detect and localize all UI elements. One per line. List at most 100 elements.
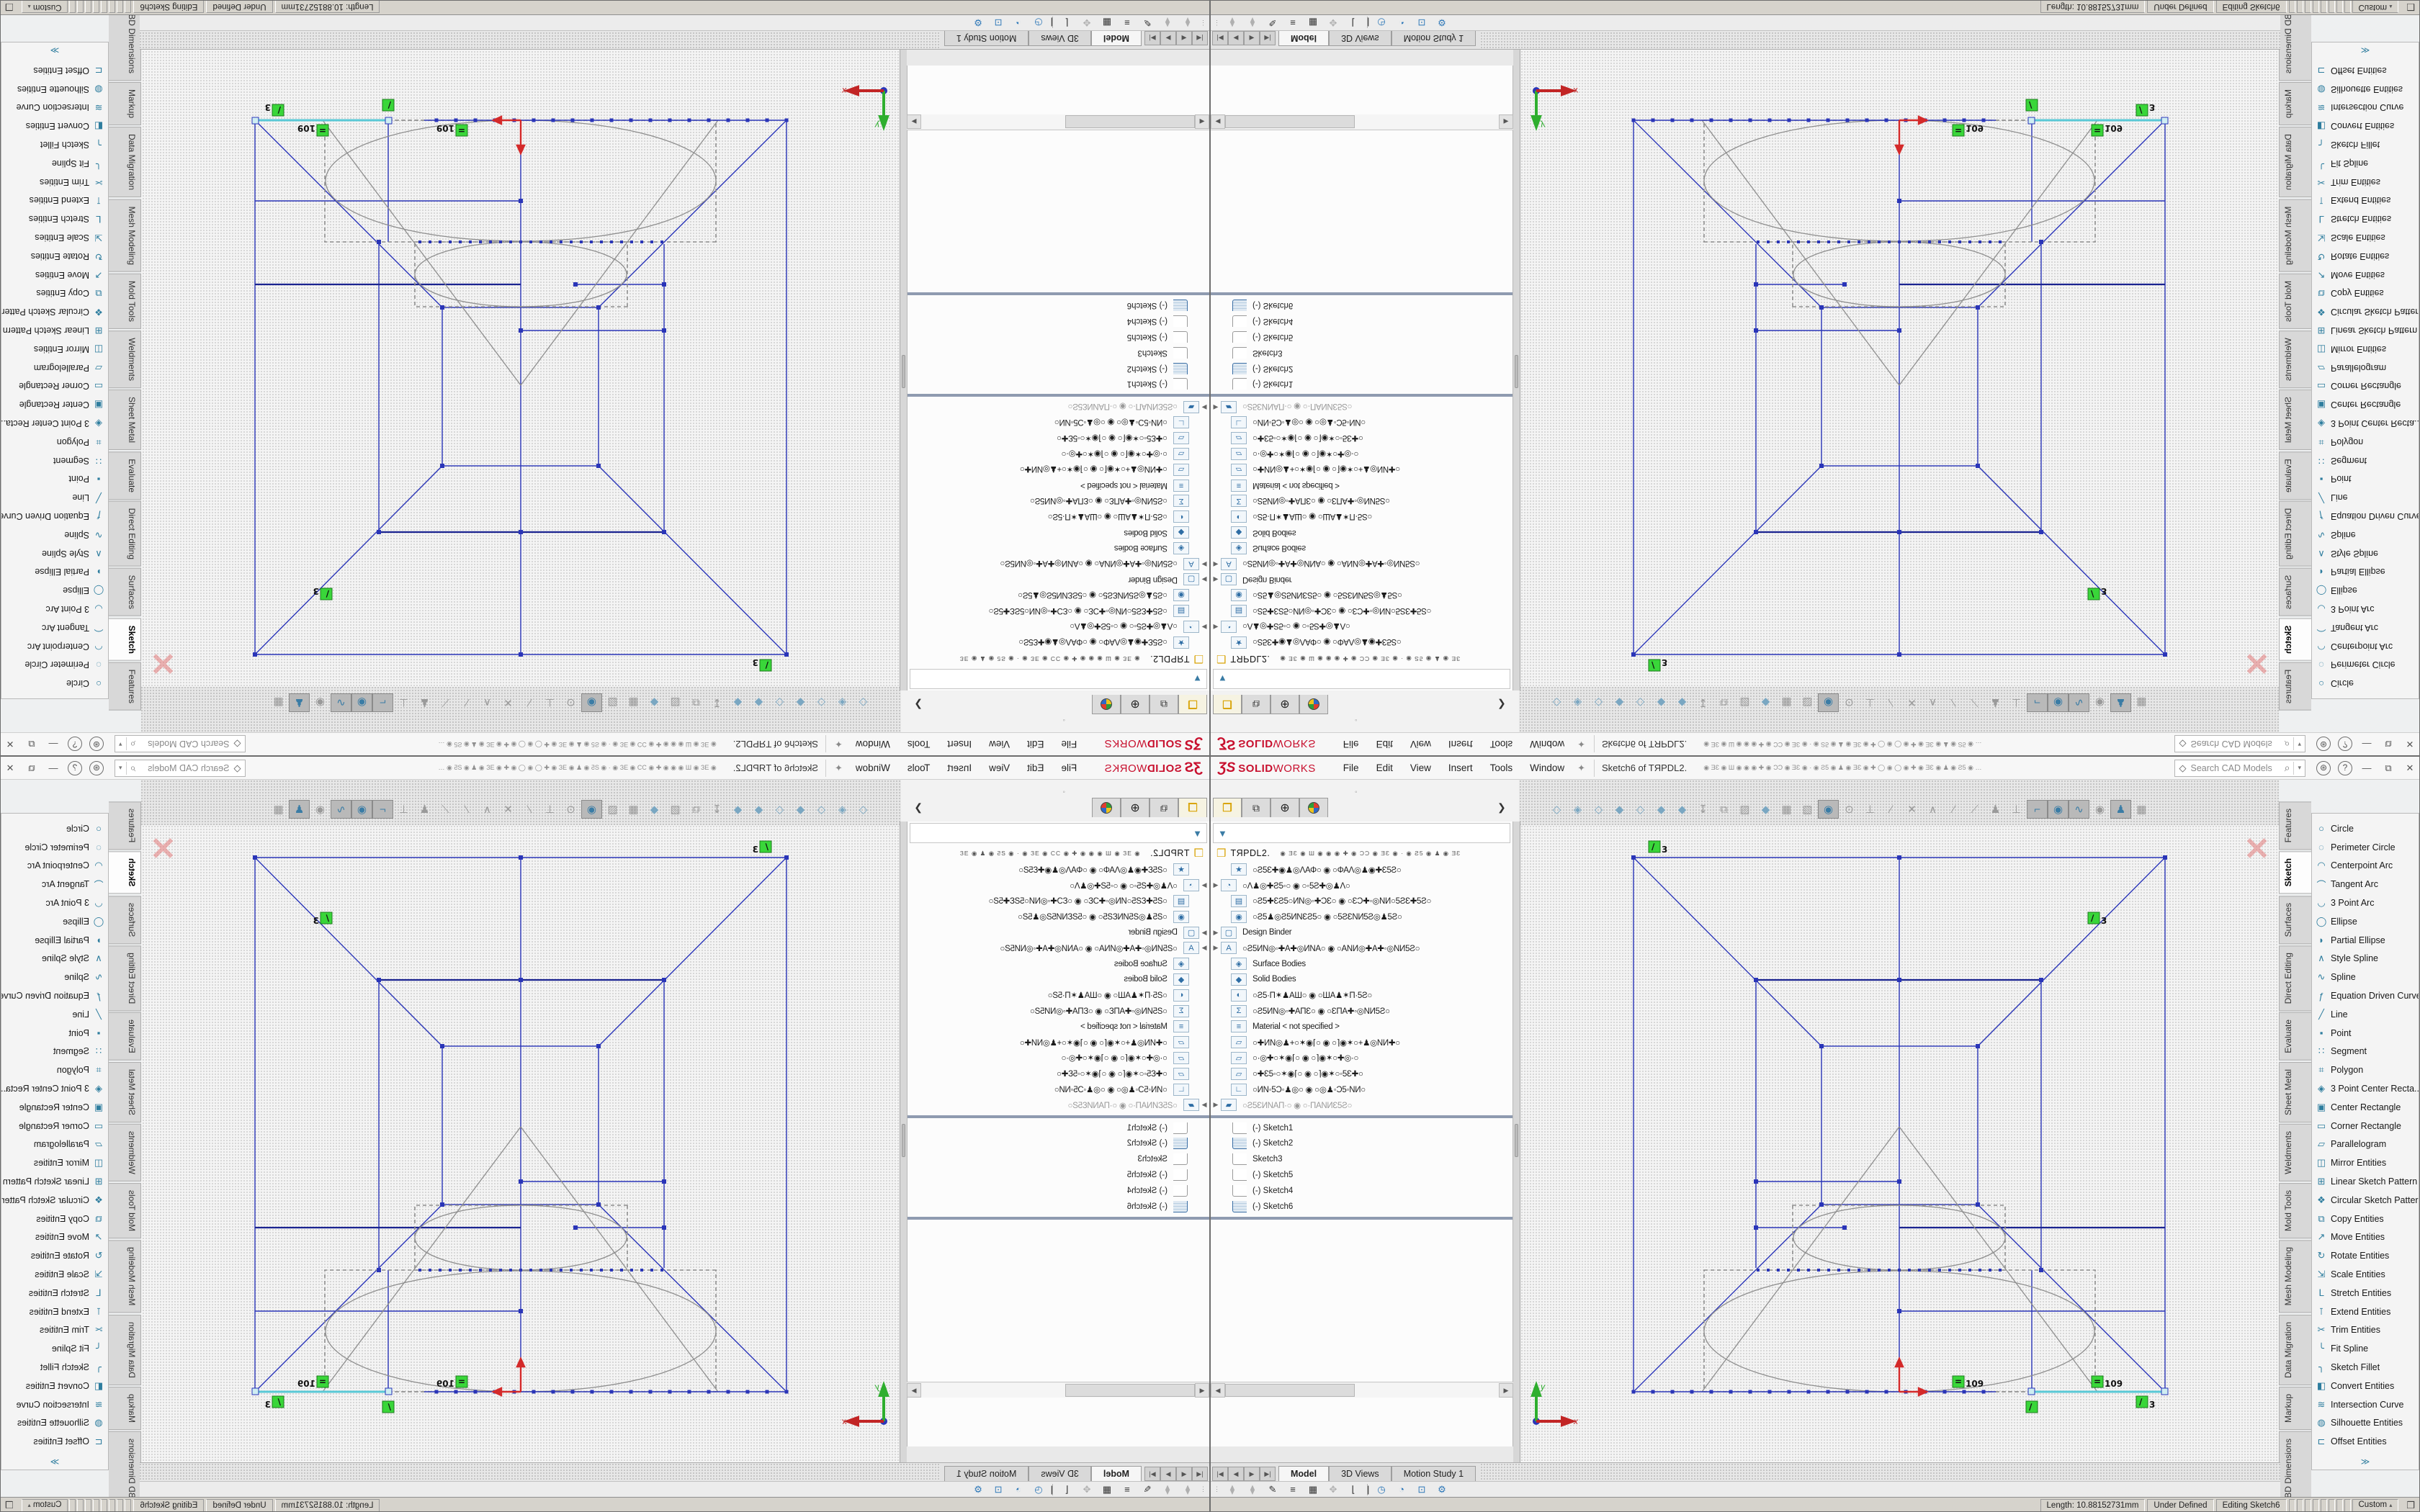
- tree-row[interactable]: ▱ ○·◎✚○✶◉⌈○ ◉ ○⌉◉✶○✚◎·○: [1211, 1050, 1512, 1066]
- tree-row[interactable]: ▶ ▢ Design Binder: [908, 924, 1209, 940]
- bottom-toolbar-icon[interactable]: ⧫: [1178, 17, 1198, 29]
- tool-item[interactable]: ✂ Trim Entities: [1, 173, 108, 192]
- scroll-right-icon[interactable]: ▶: [1499, 115, 1513, 130]
- tool-item[interactable]: ╮ Sketch Fillet: [2312, 135, 2419, 154]
- tab-nav-button[interactable]: ◀: [1176, 31, 1192, 45]
- tree-part-row[interactable]: ❒ TЯPDL2. ◉ ƎƐ ◉ Ш ◉ ◉ ◉ ✚ ◉ ƆƆ ◉ ƎƐ ◉ ·…: [1211, 650, 1512, 667]
- sketch-row[interactable]: (-) Sketch2: [1211, 361, 1512, 377]
- commandmanager-tab[interactable]: Weldments: [109, 1124, 141, 1182]
- menu-item[interactable]: Tools: [1482, 736, 1522, 752]
- toolbar-icon[interactable]: ▧: [1797, 800, 1818, 819]
- relation-badge[interactable]: = 109: [1953, 123, 1984, 136]
- tool-item[interactable]: ○ Circle: [1, 819, 108, 838]
- tab-displaymanager[interactable]: [1299, 798, 1328, 817]
- tree-row[interactable]: ▱ ○✚Ɛ5◦○✶◉⌈○ ◉ ○⌉◉✶○◦5Ɛ✚○: [908, 1066, 1209, 1081]
- sketch-row[interactable]: (-) Sketch6: [1211, 297, 1512, 313]
- commandmanager-tab[interactable]: Mold Tools: [2279, 274, 2311, 329]
- tree-row[interactable]: ∟ ○ИN◦5Ɔ◦♟◎○ ◉ ○◎♟◦Ɔ5◦NИ○: [1211, 1081, 1512, 1097]
- sketch-row[interactable]: (-) Sketch6: [1211, 1199, 1512, 1215]
- tool-item[interactable]: ⇲ Scale Entities: [2312, 228, 2419, 247]
- tool-item[interactable]: ◡ 3 Point Arc: [1, 894, 108, 912]
- commandmanager-tab[interactable]: Features: [109, 801, 141, 850]
- tool-item[interactable]: ╱ Line: [1, 1005, 108, 1024]
- toolbar-icon[interactable]: ∕: [1943, 800, 1964, 819]
- model-tab[interactable]: Model: [1091, 31, 1142, 46]
- chevron-right-icon[interactable]: ❯: [1497, 801, 1506, 814]
- expand-arrow-icon[interactable]: ▶: [1199, 560, 1209, 568]
- commandmanager-tab[interactable]: Surfaces: [109, 568, 141, 616]
- commandmanager-tab[interactable]: Mold Tools: [109, 274, 141, 329]
- tree-row[interactable]: ◐ ○Ƨ5·Π✶♟ΑШ○ ◉ ○ШΑ♟✶Π·5Ƨ○: [908, 509, 1209, 525]
- sketch-row[interactable]: (-) Sketch1: [1211, 1120, 1512, 1136]
- search-box[interactable]: ◇ Search CAD Models ⌕ ▾: [115, 736, 246, 753]
- tool-item[interactable]: ▭ Corner Rectangle: [2312, 1117, 2419, 1135]
- toolbar-icon[interactable]: ⊥: [2006, 693, 2027, 712]
- tree-hscrollbar[interactable]: ◀ ▶: [1211, 1382, 1513, 1398]
- bottom-toolbar-icon[interactable]: ⚙: [1432, 17, 1452, 29]
- toolbar-icon[interactable]: ∧: [477, 800, 498, 819]
- chevron-down-icon[interactable]: ▾: [2294, 740, 2305, 748]
- tree-row[interactable]: ▱ ○✚ИN◎♟+○✶◉⌈○ ◉ ○⌉◉✶○+♟◎NИ✚○: [908, 1035, 1209, 1050]
- splitter-grip[interactable]: [902, 1124, 905, 1157]
- menu-item[interactable]: Insert: [938, 760, 980, 776]
- tree-row[interactable]: ◐ ○Ƨ5·Π✶♟ΑШ○ ◉ ○ШΑ♟✶Π·5Ƨ○: [1211, 509, 1512, 525]
- expand-arrow-icon[interactable]: ▶: [1211, 881, 1221, 889]
- tool-item[interactable]: ⧉ Copy Entities: [1, 284, 108, 302]
- toolbar-icon[interactable]: ◆: [727, 693, 748, 712]
- close-button[interactable]: ✕: [0, 762, 21, 774]
- toolbar-icon[interactable]: ⊥: [1860, 800, 1881, 819]
- toolbar-icon[interactable]: ◆: [1651, 800, 1672, 819]
- toolbar-icon[interactable]: ⧉: [1713, 693, 1734, 712]
- expand-arrow-icon[interactable]: ▶: [1199, 1101, 1209, 1109]
- search-icon[interactable]: ⌕: [2281, 762, 2294, 774]
- more-tools-icon[interactable]: ≫: [2312, 1451, 2419, 1470]
- scroll-thumb[interactable]: [1225, 1384, 1355, 1397]
- bottom-toolbar-icon[interactable]: ≡: [1117, 1484, 1137, 1495]
- relation-badge[interactable]: ∕ 3: [313, 586, 332, 600]
- model-tab[interactable]: 3D Views: [1329, 31, 1392, 46]
- bottom-toolbar-icon[interactable]: ⊡: [988, 17, 1008, 29]
- bottom-toolbar-icon[interactable]: ⊡: [988, 1484, 1008, 1495]
- tree-hscrollbar[interactable]: ◀ ▶: [1211, 114, 1513, 130]
- relation-badge[interactable]: = 109: [297, 1376, 328, 1389]
- tool-item[interactable]: ≋ Intersection Curve: [2312, 99, 2419, 117]
- toolbar-icon[interactable]: ◆: [1755, 800, 1776, 819]
- toolbar-icon[interactable]: ♟: [289, 693, 310, 712]
- toolbar-icon[interactable]: ◈: [1567, 693, 1588, 712]
- restore-button[interactable]: ⧉: [2378, 762, 2399, 774]
- menu-item[interactable]: File: [1052, 760, 1085, 776]
- menu-item[interactable]: View: [980, 736, 1018, 752]
- sketch-row[interactable]: (-) Sketch5: [1211, 1167, 1512, 1183]
- tool-item[interactable]: ◠ Centerpoint Arc: [1, 637, 108, 656]
- toolbar-icon[interactable]: ◆: [1609, 800, 1630, 819]
- restore-button[interactable]: ⧉: [21, 739, 42, 750]
- tool-item[interactable]: ▣ Center Rectangle: [2312, 1098, 2419, 1117]
- toolbar-icon[interactable]: ◇: [1546, 693, 1567, 712]
- toolbar-icon[interactable]: ∕: [1881, 800, 1901, 819]
- menu-item[interactable]: Insert: [1440, 760, 1482, 776]
- panel-splitter[interactable]: [1513, 822, 1520, 1462]
- tree-hscrollbar[interactable]: ◀ ▶: [907, 1382, 1209, 1398]
- tab-propertymanager[interactable]: ⧉: [1150, 798, 1178, 817]
- sketch-row[interactable]: (-) Sketch4: [1211, 1183, 1512, 1199]
- bottom-toolbar-icon[interactable]: ✎: [1263, 1484, 1283, 1495]
- bottom-toolbar-icon[interactable]: ⧫: [1157, 1484, 1178, 1495]
- panel-splitter[interactable]: [900, 50, 907, 690]
- tool-item[interactable]: ↻ Rotate Entities: [1, 1246, 108, 1265]
- tree-row[interactable]: ≡ Material < not specified >: [908, 477, 1209, 493]
- tool-item[interactable]: ◍ Silhouette Entities: [1, 1414, 108, 1433]
- toolbar-icon[interactable]: ♟: [414, 800, 435, 819]
- model-tab[interactable]: Motion Study 1: [944, 1466, 1028, 1481]
- bottom-toolbar-icon[interactable]: ⧫: [1178, 1484, 1198, 1495]
- tree-row[interactable]: ▱ ○✚Ɛ5◦○✶◉⌈○ ◉ ○⌉◉✶○◦5Ɛ✚○: [908, 431, 1209, 446]
- tool-item[interactable]: ▣ Center Rectangle: [2312, 395, 2419, 414]
- tool-item[interactable]: ⌒ Tangent Arc: [1, 875, 108, 894]
- toolbar-icon[interactable]: ∧: [1922, 800, 1943, 819]
- sketch-row[interactable]: (-) Sketch4: [908, 313, 1209, 329]
- toolbar-icon[interactable]: ⟋: [1964, 693, 1985, 712]
- tool-item[interactable]: ∿ Spline: [1, 526, 108, 544]
- tool-item[interactable]: ◍ Silhouette Entities: [1, 80, 108, 99]
- tree-filter[interactable]: ▼: [910, 669, 1207, 689]
- scroll-thumb[interactable]: [1065, 116, 1195, 129]
- tree-row[interactable]: ▶ ◔ ○Λ♟◎✚Ƨ5◦○ ◉ ○◦5Ƨ✚◎♟Λ○: [908, 618, 1209, 634]
